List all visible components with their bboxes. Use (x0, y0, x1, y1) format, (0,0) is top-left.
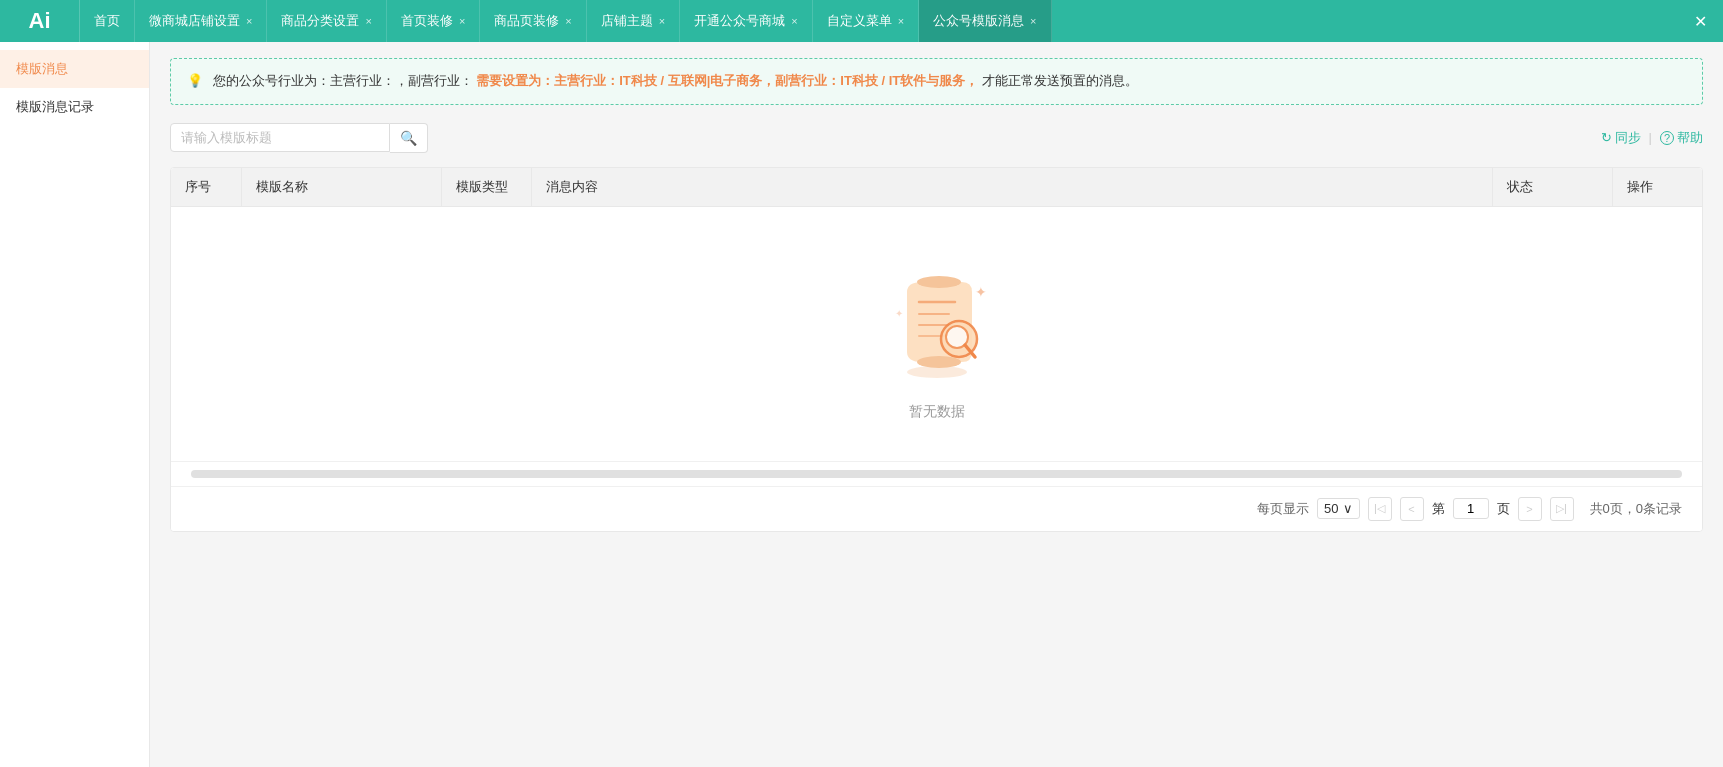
page-number-input[interactable] (1453, 498, 1489, 519)
tab-category-settings[interactable]: 商品分类设置 × (267, 0, 386, 42)
pagination: 每页显示 50 ∨ |◁ < 第 页 > ▷| (171, 486, 1702, 531)
horizontal-scrollbar[interactable] (191, 470, 1682, 478)
close-shop-theme[interactable]: × (659, 15, 665, 27)
tab-home-decor[interactable]: 首页装修 × (387, 0, 480, 42)
search-button[interactable]: 🔍 (390, 123, 428, 153)
empty-state-row: ✦ ✦ 暂无数据 (171, 206, 1702, 461)
svg-text:✦: ✦ (895, 308, 903, 319)
main-layout: 模版消息 模版消息记录 💡 您的公众号行业为：主营行业：，副营行业： 需要设置为… (0, 42, 1723, 767)
close-all-tabs[interactable]: ✕ (1678, 12, 1723, 31)
close-category-settings[interactable]: × (365, 15, 371, 27)
empty-state: ✦ ✦ 暂无数据 (171, 207, 1702, 461)
close-template-msg[interactable]: × (1030, 15, 1036, 27)
col-header-status: 状态 (1492, 168, 1612, 207)
tab-product-decor[interactable]: 商品页装修 × (480, 0, 586, 42)
col-header-index: 序号 (171, 168, 241, 207)
notice-highlight: 需要设置为：主营行业：IT科技 / 互联网|电子商务，副营行业：IT科技 / I… (476, 73, 978, 88)
svg-point-2 (917, 356, 961, 368)
svg-point-1 (917, 276, 961, 288)
search-bar: 🔍 ↻ 同步 | ? 帮助 (170, 123, 1703, 153)
sync-label: 同步 (1615, 129, 1641, 147)
help-icon: ? (1660, 131, 1674, 145)
sync-button[interactable]: ↻ 同步 (1601, 129, 1641, 147)
col-header-type: 模版类型 (441, 168, 531, 207)
table-container: 序号 模版名称 模版类型 消息内容 状态 操作 (170, 167, 1703, 532)
first-page-button[interactable]: |◁ (1368, 497, 1392, 521)
page-size-select[interactable]: 50 ∨ (1317, 498, 1359, 519)
empty-illustration: ✦ ✦ (877, 267, 997, 387)
close-product-decor[interactable]: × (565, 15, 571, 27)
sidebar-item-template-message[interactable]: 模版消息 (0, 50, 149, 88)
sidebar: 模版消息 模版消息记录 (0, 42, 150, 767)
page-size-label: 每页显示 (1257, 500, 1309, 518)
next-page-button[interactable]: > (1518, 497, 1542, 521)
toolbar-divider: | (1649, 130, 1652, 145)
app-logo: Ai (0, 0, 80, 42)
tab-template-msg[interactable]: 公众号模版消息 × (919, 0, 1051, 42)
toolbar-right: ↻ 同步 | ? 帮助 (1601, 129, 1703, 147)
notice-suffix: 才能正常发送预置的消息。 (982, 73, 1138, 88)
page-size-dropdown-icon: ∨ (1343, 501, 1353, 516)
tab-open-mall[interactable]: 开通公众号商城 × (680, 0, 812, 42)
notice-icon: 💡 (187, 73, 203, 88)
next-page-icon: > (1526, 503, 1532, 515)
tab-shop-theme[interactable]: 店铺主题 × (587, 0, 680, 42)
data-table: 序号 模版名称 模版类型 消息内容 状态 操作 (171, 168, 1702, 461)
help-label: 帮助 (1677, 129, 1703, 147)
prev-page-button[interactable]: < (1400, 497, 1424, 521)
notice-prefix: 您的公众号行业为：主营行业：，副营行业： (213, 73, 473, 88)
tab-shop-settings[interactable]: 微商城店铺设置 × (135, 0, 267, 42)
pagination-total: 共0页，0条记录 (1590, 500, 1682, 518)
topbar: Ai 首页 微商城店铺设置 × 商品分类设置 × 首页装修 × 商品页装修 × … (0, 0, 1723, 42)
svg-text:✦: ✦ (975, 284, 987, 300)
content-area: 💡 您的公众号行业为：主营行业：，副营行业： 需要设置为：主营行业：IT科技 /… (150, 42, 1723, 767)
last-page-icon: ▷| (1556, 502, 1567, 515)
search-input[interactable] (170, 123, 390, 152)
close-shop-settings[interactable]: × (246, 15, 252, 27)
table-header-row: 序号 模版名称 模版类型 消息内容 状态 操作 (171, 168, 1702, 207)
page-suffix: 页 (1497, 500, 1510, 518)
tab-custom-menu[interactable]: 自定义菜单 × (813, 0, 919, 42)
sidebar-item-template-records[interactable]: 模版消息记录 (0, 88, 149, 126)
page-label: 第 (1432, 500, 1445, 518)
help-button[interactable]: ? 帮助 (1660, 129, 1703, 147)
sync-icon: ↻ (1601, 130, 1612, 145)
search-icon: 🔍 (400, 130, 417, 146)
empty-text: 暂无数据 (909, 403, 965, 421)
col-header-content: 消息内容 (531, 168, 1492, 207)
scrollbar-container (171, 461, 1702, 486)
last-page-button[interactable]: ▷| (1550, 497, 1574, 521)
first-page-icon: |◁ (1374, 502, 1385, 515)
col-header-action: 操作 (1612, 168, 1702, 207)
page-size-value: 50 (1324, 501, 1338, 516)
close-home-decor[interactable]: × (459, 15, 465, 27)
close-open-mall[interactable]: × (791, 15, 797, 27)
tab-home[interactable]: 首页 (80, 0, 135, 42)
close-custom-menu[interactable]: × (898, 15, 904, 27)
col-header-name: 模版名称 (241, 168, 441, 207)
prev-page-icon: < (1408, 503, 1414, 515)
notice-box: 💡 您的公众号行业为：主营行业：，副营行业： 需要设置为：主营行业：IT科技 /… (170, 58, 1703, 105)
